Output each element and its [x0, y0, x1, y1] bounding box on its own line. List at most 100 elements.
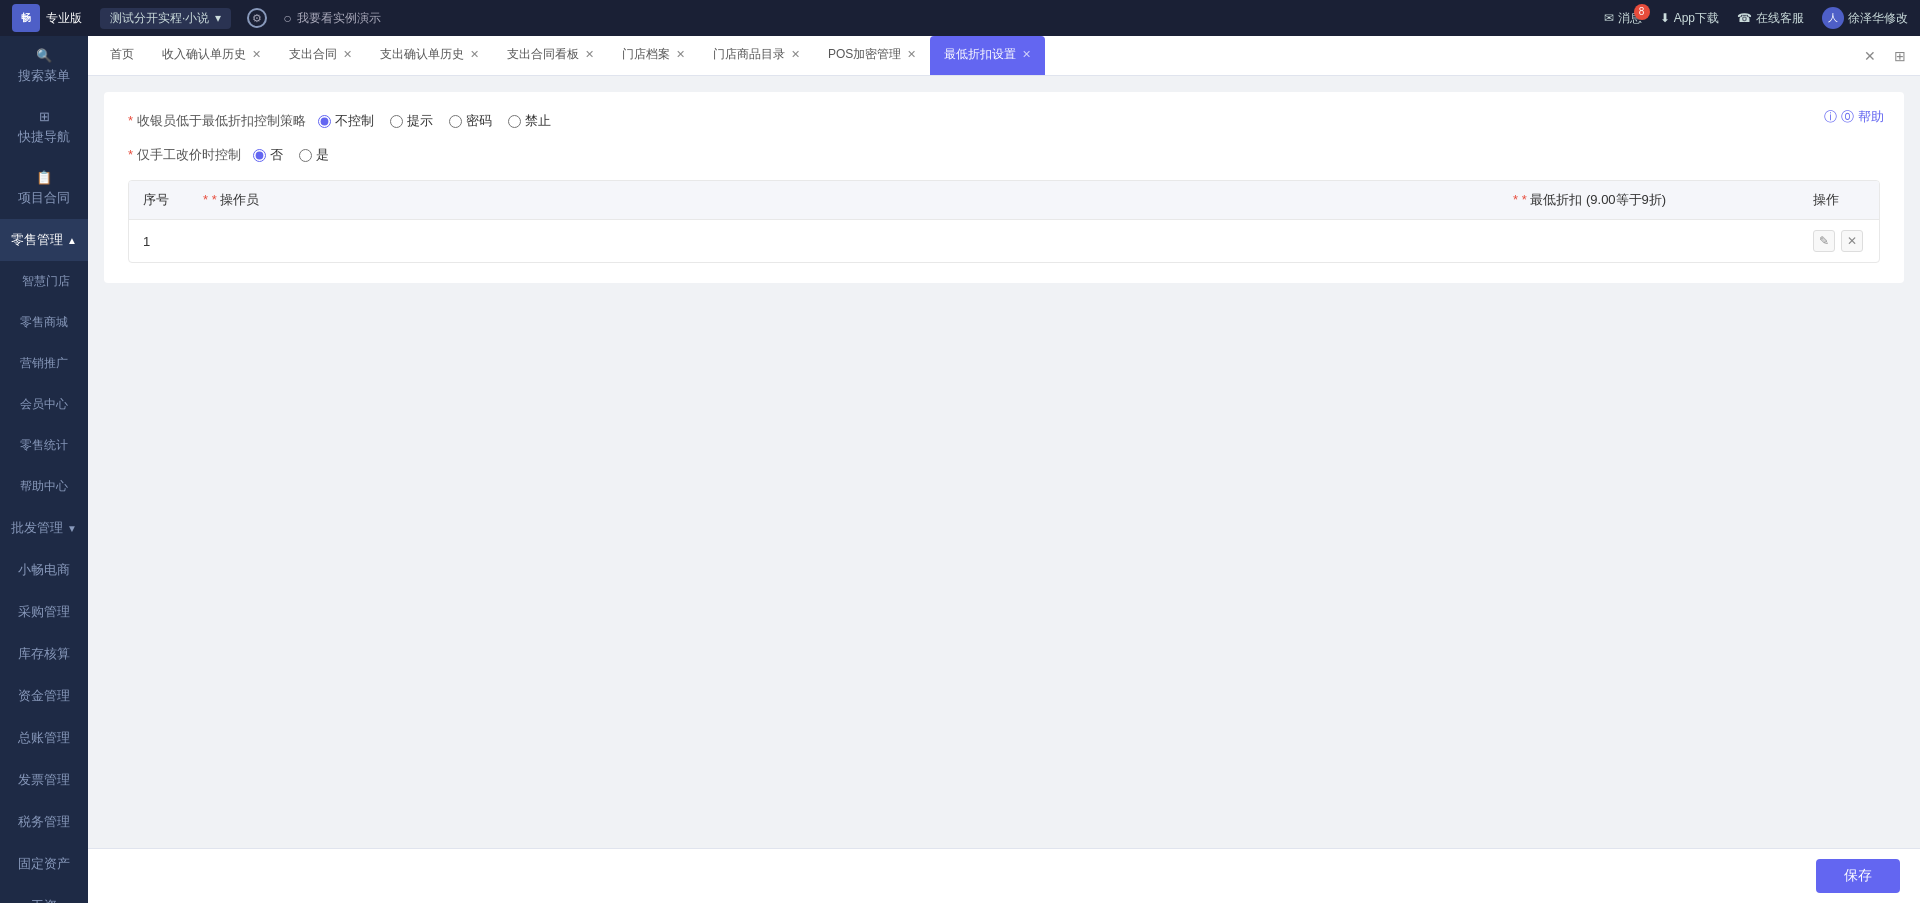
manual-no-label: 否 [270, 146, 283, 164]
tab-pos-password[interactable]: POS加密管理 ✕ [814, 36, 930, 75]
main-layout: 🔍 搜索菜单 ⊞ 快捷导航 📋 项目合同 零售管理 ▲ 智慧门店 零售商城 营销… [0, 36, 1920, 903]
sidebar-item-purchase[interactable]: 采购管理 [0, 591, 88, 633]
sidebar: 🔍 搜索菜单 ⊞ 快捷导航 📋 项目合同 零售管理 ▲ 智慧门店 零售商城 营销… [0, 36, 88, 903]
project-icon: 📋 [36, 170, 52, 185]
strategy-no-control[interactable]: 不控制 [318, 112, 374, 130]
tab-more-button[interactable]: ⊞ [1888, 46, 1912, 66]
download-icon: ⬇ [1660, 11, 1670, 25]
avatar: 人 [1822, 7, 1844, 29]
tab-min-discount[interactable]: 最低折扣设置 ✕ [930, 36, 1045, 75]
top-bar-right: ✉ 消息 8 ⬇ App下载 ☎ 在线客服 人 徐泽华修改 [1604, 7, 1908, 29]
row-actions: ✎ ✕ [1813, 230, 1865, 252]
tab-close-all-button[interactable]: ✕ [1858, 46, 1882, 66]
message-icon: ✉ [1604, 11, 1614, 25]
demo-link[interactable]: ○ 我要看实例演示 [283, 10, 380, 27]
sidebar-item-ledger[interactable]: 总账管理 [0, 717, 88, 759]
sidebar-item-ecommerce[interactable]: 小畅电商 [0, 549, 88, 591]
sidebar-item-wholesale[interactable]: 批发管理 ▼ [0, 507, 88, 549]
tab-pay-contract-close[interactable]: ✕ [343, 48, 352, 61]
row-edit-button[interactable]: ✎ [1813, 230, 1835, 252]
tab-pay-contract[interactable]: 支出合同 ✕ [275, 36, 366, 75]
manual-yes[interactable]: 是 [299, 146, 329, 164]
project-dropdown-icon: ▾ [215, 11, 221, 25]
strategy-no-control-radio[interactable] [318, 115, 331, 128]
sidebar-item-fixed-assets[interactable]: 固定资产 [0, 843, 88, 885]
row-delete-button[interactable]: ✕ [1841, 230, 1863, 252]
sidebar-item-member[interactable]: 会员中心 [0, 384, 88, 425]
tax-label: 税务管理 [18, 813, 70, 831]
strategy-no-control-label: 不控制 [335, 112, 374, 130]
sidebar-item-retail-mall[interactable]: 零售商城 [0, 302, 88, 343]
strategy-password-radio[interactable] [449, 115, 462, 128]
app-version-label: 专业版 [46, 10, 82, 27]
manual-no-radio[interactable] [253, 149, 266, 162]
sidebar-item-invoice[interactable]: 发票管理 [0, 759, 88, 801]
tab-pay-contract-label: 支出合同 [289, 46, 337, 63]
quicknav-icon: ⊞ [39, 109, 50, 124]
tab-pay-contract-board[interactable]: 支出合同看板 ✕ [493, 36, 608, 75]
col-header-action: 操作 [1799, 181, 1879, 220]
project-selector[interactable]: 测试分开实程·小说 ▾ [100, 8, 231, 29]
strategy-prompt-radio[interactable] [390, 115, 403, 128]
sidebar-item-smart-store[interactable]: 智慧门店 [0, 261, 88, 302]
sidebar-item-quicknav[interactable]: ⊞ 快捷导航 [0, 97, 88, 158]
demo-link-text: 我要看实例演示 [297, 10, 381, 27]
strategy-password-label: 密码 [466, 112, 492, 130]
tab-pos-password-close[interactable]: ✕ [907, 48, 916, 61]
strategy-form-row: 收银员低于最低折扣控制策略 不控制 提示 密码 [128, 112, 1880, 130]
strategy-forbidden-label: 禁止 [525, 112, 551, 130]
tab-store-file[interactable]: 门店档案 ✕ [608, 36, 699, 75]
tab-store-goods-close[interactable]: ✕ [791, 48, 800, 61]
strategy-forbidden[interactable]: 禁止 [508, 112, 551, 130]
tab-pay-confirm-history-close[interactable]: ✕ [470, 48, 479, 61]
tab-home[interactable]: 首页 [96, 36, 148, 75]
tab-home-label: 首页 [110, 46, 134, 63]
sidebar-item-inventory[interactable]: 库存核算 [0, 633, 88, 675]
messages-button[interactable]: ✉ 消息 8 [1604, 10, 1642, 27]
user-name: 徐泽华修改 [1848, 10, 1908, 27]
manual-radio-group: 否 是 [253, 146, 329, 164]
manual-yes-radio[interactable] [299, 149, 312, 162]
tab-pos-password-label: POS加密管理 [828, 46, 901, 63]
sidebar-item-search[interactable]: 🔍 搜索菜单 [0, 36, 88, 97]
help-link[interactable]: ⓘ ⓪ 帮助 [1824, 108, 1884, 126]
tab-store-goods-label: 门店商品目录 [713, 46, 785, 63]
sidebar-item-retail-stats[interactable]: 零售统计 [0, 425, 88, 466]
tab-pay-confirm-history[interactable]: 支出确认单历史 ✕ [366, 36, 493, 75]
strategy-password[interactable]: 密码 [449, 112, 492, 130]
member-label: 会员中心 [20, 396, 68, 413]
search-icon: 🔍 [36, 48, 52, 63]
sidebar-item-salary[interactable]: 工资 [0, 885, 88, 903]
strategy-forbidden-radio[interactable] [508, 115, 521, 128]
tab-store-goods[interactable]: 门店商品目录 ✕ [699, 36, 814, 75]
table-header-row: 序号 * 操作员 * 最低折扣 (9.00等于9折) 操作 [129, 181, 1879, 220]
inventory-label: 库存核算 [18, 645, 70, 663]
tab-income-history[interactable]: 收入确认单历史 ✕ [148, 36, 275, 75]
tab-store-file-close[interactable]: ✕ [676, 48, 685, 61]
sidebar-item-retail[interactable]: 零售管理 ▲ [0, 219, 88, 261]
sidebar-label-project: 项目合同 [18, 189, 70, 207]
sidebar-item-help-center[interactable]: 帮助中心 [0, 466, 88, 507]
save-button[interactable]: 保存 [1816, 859, 1900, 893]
strategy-prompt-label: 提示 [407, 112, 433, 130]
sidebar-item-project[interactable]: 📋 项目合同 [0, 158, 88, 219]
sidebar-item-finance[interactable]: 资金管理 [0, 675, 88, 717]
tab-pay-contract-board-close[interactable]: ✕ [585, 48, 594, 61]
settings-icon[interactable]: ⚙ [247, 8, 267, 28]
support-icon: ☎ [1737, 11, 1752, 25]
project-name: 测试分开实程·小说 [110, 10, 209, 27]
sidebar-label-quicknav: 快捷导航 [18, 128, 70, 146]
strategy-prompt[interactable]: 提示 [390, 112, 433, 130]
sidebar-item-tax[interactable]: 税务管理 [0, 801, 88, 843]
manual-no[interactable]: 否 [253, 146, 283, 164]
online-support-button[interactable]: ☎ 在线客服 [1737, 10, 1804, 27]
messages-badge: 8 [1634, 4, 1650, 20]
help-label: ⓪ 帮助 [1841, 108, 1884, 126]
tab-income-history-close[interactable]: ✕ [252, 48, 261, 61]
tab-min-discount-close[interactable]: ✕ [1022, 48, 1031, 61]
wholesale-arrow: ▼ [67, 523, 77, 534]
footer-bar: 保存 [88, 848, 1920, 903]
app-download-button[interactable]: ⬇ App下载 [1660, 10, 1719, 27]
sidebar-item-marketing[interactable]: 营销推广 [0, 343, 88, 384]
user-menu[interactable]: 人 徐泽华修改 [1822, 7, 1908, 29]
